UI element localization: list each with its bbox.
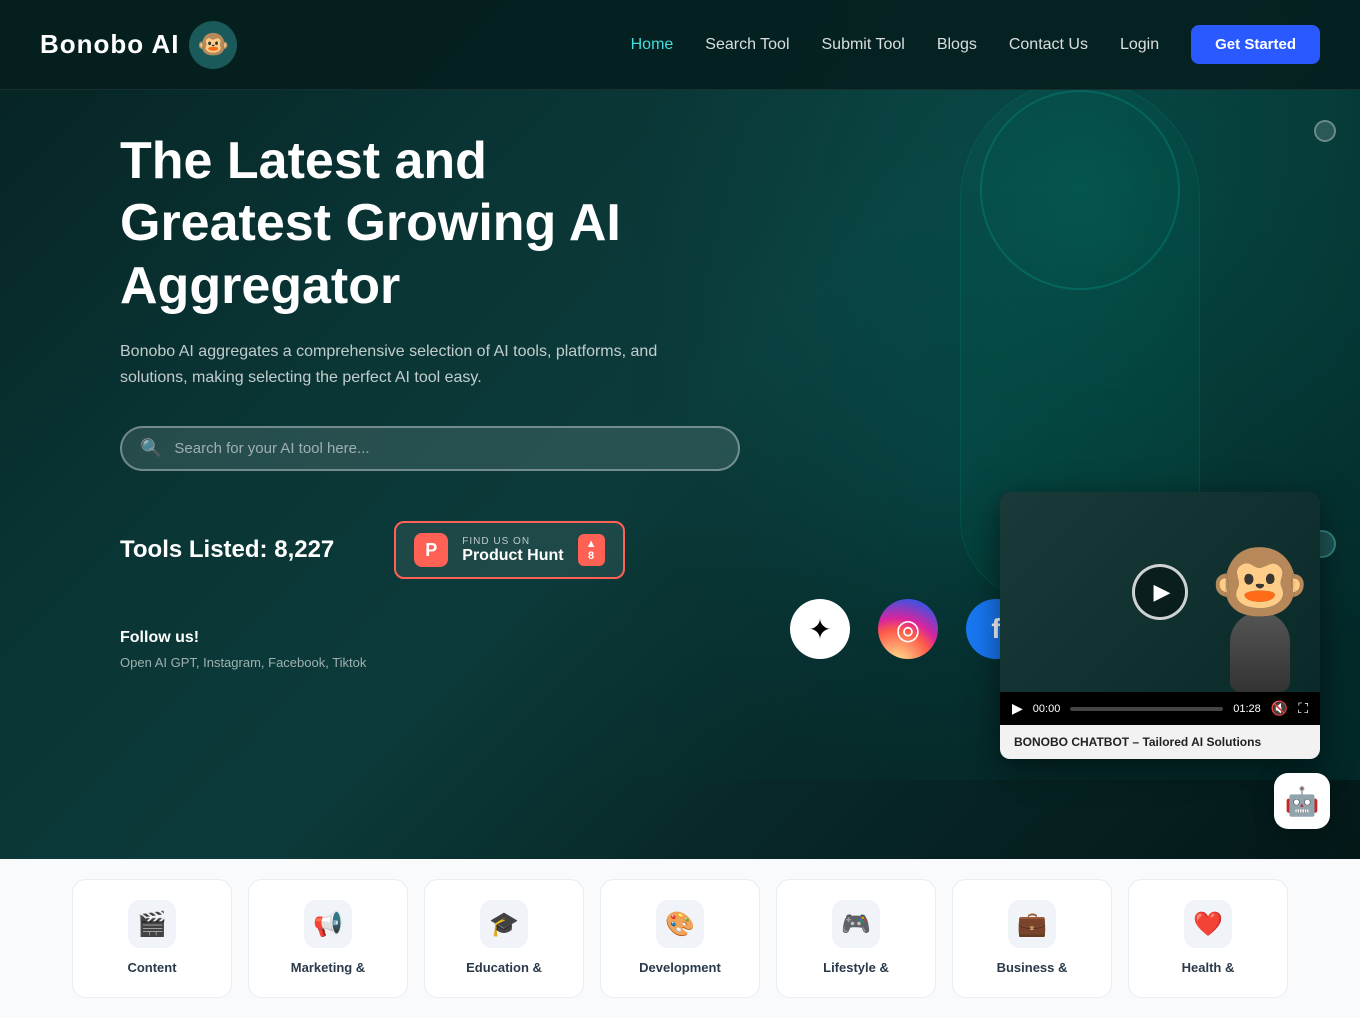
category-icon: 💼: [1008, 900, 1056, 948]
category-label: Health &: [1182, 960, 1235, 977]
search-input[interactable]: [174, 440, 720, 457]
category-card[interactable]: 🎨 Development: [600, 879, 760, 998]
video-play-btn[interactable]: ▶: [1012, 700, 1023, 717]
play-icon: ▶: [1154, 579, 1171, 605]
hero-content: The Latest and Greatest Growing AI Aggre…: [0, 130, 700, 688]
search-icon: 🔍: [140, 438, 162, 459]
get-started-button[interactable]: Get Started: [1191, 25, 1320, 64]
ph-score-badge: ▲ 8: [578, 534, 605, 566]
video-mute-btn[interactable]: 🔇: [1271, 700, 1288, 717]
product-hunt-badge[interactable]: P FIND US ON Product Hunt ▲ 8: [394, 521, 624, 579]
category-icon: 🎓: [480, 900, 528, 948]
video-controls: ▶ 00:00 01:28 🔇 ⛶: [1000, 692, 1320, 725]
follow-label: Follow us!: [120, 629, 700, 647]
category-label: Education &: [466, 960, 542, 977]
follow-sublabel: Open AI GPT, Instagram, Facebook, Tiktok: [120, 655, 700, 670]
category-label: Lifestyle &: [823, 960, 889, 977]
video-progress-bar[interactable]: [1070, 707, 1223, 711]
category-bar: 🎬 Content 📢 Marketing & 🎓 Education & 🎨 …: [0, 859, 1360, 1018]
category-card[interactable]: 💼 Business &: [952, 879, 1112, 998]
video-time-current: 00:00: [1033, 703, 1061, 715]
follow-section: Follow us! Open AI GPT, Instagram, Faceb…: [120, 629, 700, 670]
video-caption: BONOBO CHATBOT – Tailored AI Solutions: [1000, 725, 1320, 759]
deco-circle-top: [1314, 120, 1336, 142]
ph-name-label: Product Hunt: [462, 547, 563, 565]
hero-title: The Latest and Greatest Growing AI Aggre…: [120, 130, 700, 317]
search-bar[interactable]: 🔍: [120, 426, 740, 471]
hero-subtitle: Bonobo AI aggregates a comprehensive sel…: [120, 339, 700, 390]
chatbot-icon: 🤖: [1285, 785, 1320, 818]
logo-text: Bonobo AI: [40, 29, 179, 60]
ph-logo-icon: P: [414, 533, 448, 567]
category-icon: 🎨: [656, 900, 704, 948]
logo[interactable]: Bonobo AI 🐵: [40, 21, 237, 69]
main-nav: Home Search Tool Submit Tool Blogs Conta…: [631, 25, 1320, 64]
category-icon: 📢: [304, 900, 352, 948]
ph-find-us-label: FIND US ON: [462, 536, 563, 547]
nav-blogs[interactable]: Blogs: [937, 36, 977, 54]
nav-contact[interactable]: Contact Us: [1009, 36, 1088, 54]
play-button[interactable]: ▶: [1132, 564, 1188, 620]
category-card[interactable]: 📢 Marketing &: [248, 879, 408, 998]
category-label: Development: [639, 960, 721, 977]
nav-login[interactable]: Login: [1120, 36, 1159, 54]
category-card[interactable]: 🎮 Lifestyle &: [776, 879, 936, 998]
video-time-total: 01:28: [1233, 703, 1261, 715]
video-preview: 🐵 ▶: [1000, 492, 1320, 692]
social-openai-icon[interactable]: ✦: [790, 599, 850, 659]
hero-bottom-row: Tools Listed: 8,227 P FIND US ON Product…: [120, 521, 700, 579]
video-fullscreen-btn[interactable]: ⛶: [1298, 700, 1308, 717]
category-card[interactable]: ❤️ Health &: [1128, 879, 1288, 998]
video-player: 🐵 ▶ ▶ 00:00 01:28 🔇 ⛶ BONOBO CHATBOT – T…: [1000, 492, 1320, 759]
hero-section: The Latest and Greatest Growing AI Aggre…: [0, 0, 1360, 859]
category-card[interactable]: 🎬 Content: [72, 879, 232, 998]
ph-text-block: FIND US ON Product Hunt: [462, 536, 563, 565]
instagram-glyph: ◎: [896, 613, 920, 646]
nav-search-tool[interactable]: Search Tool: [705, 36, 789, 54]
category-icon: 🎮: [832, 900, 880, 948]
nav-submit-tool[interactable]: Submit Tool: [822, 36, 905, 54]
social-instagram-icon[interactable]: ◎: [878, 599, 938, 659]
monkey-logo-emoji: 🐵: [197, 29, 229, 60]
ph-arrow-up: ▲: [586, 538, 597, 550]
logo-icon: 🐵: [189, 21, 237, 69]
monkey-character: 🐵: [1210, 542, 1310, 692]
category-label: Business &: [997, 960, 1068, 977]
category-icon: ❤️: [1184, 900, 1232, 948]
header: Bonobo AI 🐵 Home Search Tool Submit Tool…: [0, 0, 1360, 90]
category-card[interactable]: 🎓 Education &: [424, 879, 584, 998]
nav-home[interactable]: Home: [631, 36, 674, 54]
category-icon: 🎬: [128, 900, 176, 948]
category-label: Content: [127, 960, 176, 977]
category-label: Marketing &: [291, 960, 365, 977]
ph-score: 8: [588, 550, 594, 562]
chatbot-fab[interactable]: 🤖: [1274, 773, 1330, 829]
tools-count: Tools Listed: 8,227: [120, 536, 334, 564]
